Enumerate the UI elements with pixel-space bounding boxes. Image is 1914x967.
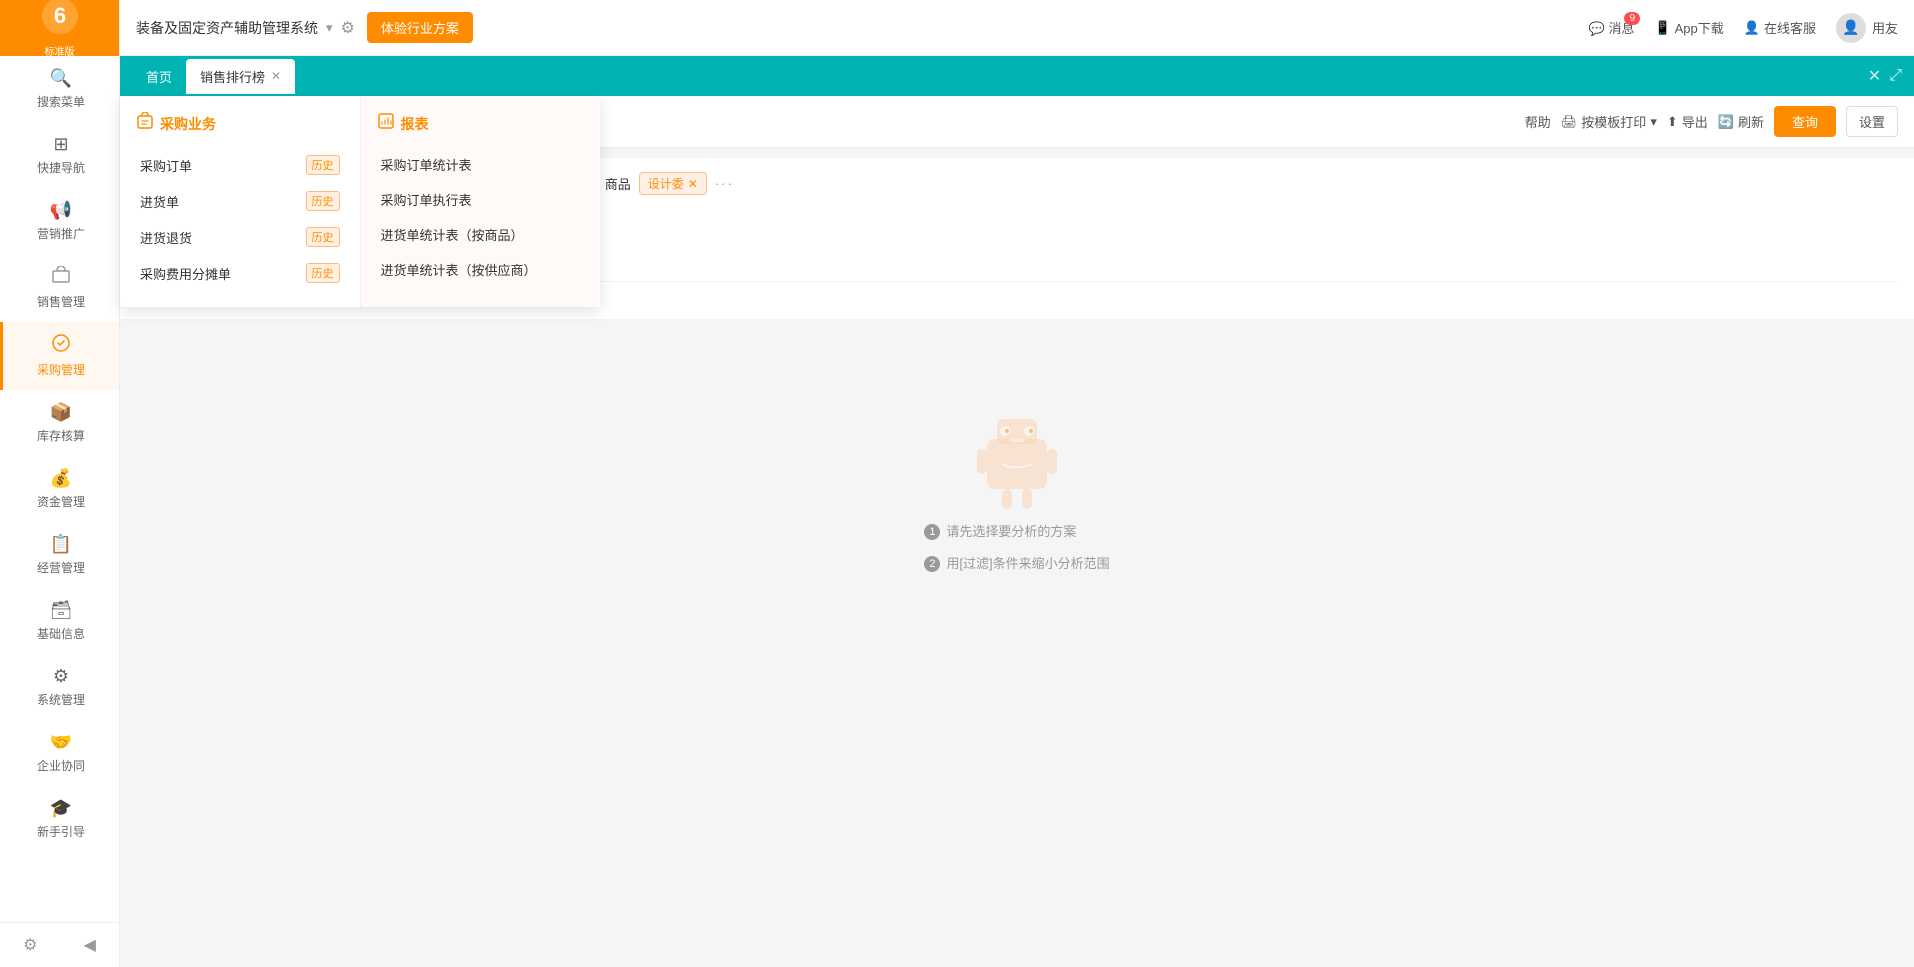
tab-sales-rank[interactable]: 销售排行榜 ✕: [186, 59, 295, 94]
sales-icon: [52, 266, 70, 289]
dropdown-item-purchase-order[interactable]: 采购订单 历史: [136, 147, 344, 183]
header-gear-icon[interactable]: ⚙: [341, 18, 355, 38]
sidebar-item-purchase[interactable]: 采购管理: [0, 322, 119, 390]
sidebar-item-system[interactable]: ⚙ 系统管理: [0, 654, 119, 720]
enterprise-icon: 🤝: [50, 732, 72, 753]
dropdown-overlay: 采购业务 采购订单 历史 进货单 历史 进货退货 历史 采购费用分摊单 历史: [120, 96, 1914, 967]
app-download[interactable]: 📱 App下载: [1654, 18, 1723, 37]
sidebar-item-search[interactable]: 🔍 搜索菜单: [0, 56, 119, 122]
logo-icon: 6: [42, 0, 78, 41]
sidebar-item-label: 销售管理: [37, 293, 85, 310]
dropdown-item-return[interactable]: 进货退货 历史: [136, 219, 344, 255]
dropdown-item-expense[interactable]: 采购费用分摊单 历史: [136, 255, 344, 291]
avatar: 👤: [1836, 13, 1866, 43]
inbound-history-badge: 历史: [306, 191, 340, 211]
header-title: 装备及固定资产辅助管理系统: [136, 18, 318, 38]
guide-icon: 🎓: [50, 798, 72, 819]
report3-label: 进货单统计表（按商品）: [381, 225, 581, 244]
sidebar-bottom: ⚙ ◀: [0, 922, 119, 967]
dropdown-col1-title: 采购业务: [136, 112, 344, 135]
notification-badge: 9: [1624, 12, 1640, 25]
report2-label: 采购订单执行表: [381, 190, 581, 209]
finance-icon: 💰: [50, 468, 72, 489]
header-chevron-icon[interactable]: ▾: [326, 20, 333, 36]
basic-icon: 🗃: [50, 600, 73, 621]
dropdown-item-inbound[interactable]: 进货单 历史: [136, 183, 344, 219]
dropdown-item-report4[interactable]: 进货单统计表（按供应商）: [377, 252, 585, 287]
sidebar-item-marketing[interactable]: 📢 营销推广: [0, 188, 119, 254]
sidebar-item-basic[interactable]: 🗃 基础信息: [0, 588, 119, 654]
sidebar-item-label: 新手引导: [37, 823, 85, 840]
dropdown-col2-title-text: 报表: [401, 114, 429, 134]
sidebar-item-label: 快捷导航: [37, 159, 85, 176]
quicknav-icon: ⊞: [53, 134, 68, 155]
online-service-label: 在线客服: [1764, 18, 1816, 37]
message-icon: 💬: [1589, 21, 1605, 36]
expense-history-badge: 历史: [306, 263, 340, 283]
tab-bar: 首页 销售排行榜 ✕ ✕ ⤢: [120, 56, 1914, 96]
dropdown-item-report1[interactable]: 采购订单统计表: [377, 147, 585, 182]
tab-home-label: 首页: [146, 67, 172, 86]
tab-sales-rank-label: 销售排行榜: [200, 67, 265, 86]
report-col-icon: [377, 112, 395, 135]
inbound-label: 进货单: [140, 192, 298, 211]
sidebar-item-sales[interactable]: 销售管理: [0, 254, 119, 322]
dropdown-col2-title: 报表: [377, 112, 585, 135]
sidebar-item-label: 采购管理: [37, 361, 85, 378]
dropdown-menu: 采购业务 采购订单 历史 进货单 历史 进货退货 历史 采购费用分摊单 历史: [120, 96, 600, 307]
service-icon: 👤: [1744, 20, 1760, 36]
purchase-icon: [52, 334, 70, 357]
app-download-label: App下载: [1675, 18, 1724, 37]
sidebar-item-label: 基础信息: [37, 625, 85, 642]
operations-icon: 📋: [50, 534, 72, 555]
header: 装备及固定资产辅助管理系统 ▾ ⚙ 体验行业方案 💬 消息 9 📱 App下载 …: [120, 0, 1914, 56]
header-right: 💬 消息 9 📱 App下载 👤 在线客服 👤 用友: [1589, 13, 1898, 43]
purchase-order-label: 采购订单: [140, 156, 298, 175]
tab-bar-close-icon[interactable]: ✕: [1868, 66, 1881, 86]
dropdown-col-purchase: 采购业务 采购订单 历史 进货单 历史 进货退货 历史 采购费用分摊单 历史: [120, 96, 360, 307]
marketing-icon: 📢: [50, 200, 72, 221]
sidebar-item-label: 资金管理: [37, 493, 85, 510]
collapse-icon[interactable]: ◀: [84, 935, 96, 955]
sidebar-item-label: 系统管理: [37, 691, 85, 708]
settings-bottom-icon[interactable]: ⚙: [23, 935, 37, 955]
system-icon: ⚙: [53, 666, 69, 687]
sidebar-item-enterprise[interactable]: 🤝 企业协同: [0, 720, 119, 786]
tab-close-icon[interactable]: ✕: [271, 69, 281, 83]
sidebar-item-operations[interactable]: 📋 经营管理: [0, 522, 119, 588]
industry-solution-button[interactable]: 体验行业方案: [367, 12, 473, 43]
report1-label: 采购订单统计表: [381, 155, 581, 174]
sidebar-item-inventory[interactable]: 📦 库存核算: [0, 390, 119, 456]
return-label: 进货退货: [140, 228, 298, 247]
purchase-col-icon: [136, 112, 154, 135]
user-avatar[interactable]: 👤 用友: [1836, 13, 1898, 43]
sidebar-item-finance[interactable]: 💰 资金管理: [0, 456, 119, 522]
sidebar-logo: 6 标准版: [0, 0, 119, 56]
sidebar-item-guide[interactable]: 🎓 新手引导: [0, 786, 119, 852]
user-name: 用友: [1872, 18, 1898, 37]
sidebar-item-label: 营销推广: [37, 225, 85, 242]
search-icon: 🔍: [50, 68, 72, 89]
expense-label: 采购费用分摊单: [140, 264, 298, 283]
report4-label: 进货单统计表（按供应商）: [381, 260, 581, 279]
sidebar-item-quicknav[interactable]: ⊞ 快捷导航: [0, 122, 119, 188]
tab-bar-expand-icon[interactable]: ⤢: [1889, 67, 1902, 85]
dropdown-col-report: 报表 采购订单统计表 采购订单执行表 进货单统计表（按商品） 进货单统计表（按供…: [360, 96, 601, 307]
dropdown-item-report3[interactable]: 进货单统计表（按商品）: [377, 217, 585, 252]
inventory-icon: 📦: [50, 402, 72, 423]
return-history-badge: 历史: [306, 227, 340, 247]
svg-text:6: 6: [53, 3, 65, 28]
purchase-order-history-badge: 历史: [306, 155, 340, 175]
tab-home[interactable]: 首页: [132, 59, 186, 94]
notification-bell[interactable]: 💬 消息 9: [1589, 18, 1635, 37]
dropdown-col1-title-text: 采购业务: [160, 114, 216, 134]
sidebar-item-label: 经营管理: [37, 559, 85, 576]
phone-icon: 📱: [1654, 20, 1670, 36]
sidebar-item-label: 企业协同: [37, 757, 85, 774]
online-service[interactable]: 👤 在线客服: [1744, 18, 1816, 37]
sidebar: 6 标准版 🔍 搜索菜单 ⊞ 快捷导航 📢 营销推广 销售管理 采购管理 📦 库…: [0, 0, 120, 967]
dropdown-item-report2[interactable]: 采购订单执行表: [377, 182, 585, 217]
sidebar-item-label: 库存核算: [37, 427, 85, 444]
sidebar-item-label: 搜索菜单: [37, 93, 85, 110]
